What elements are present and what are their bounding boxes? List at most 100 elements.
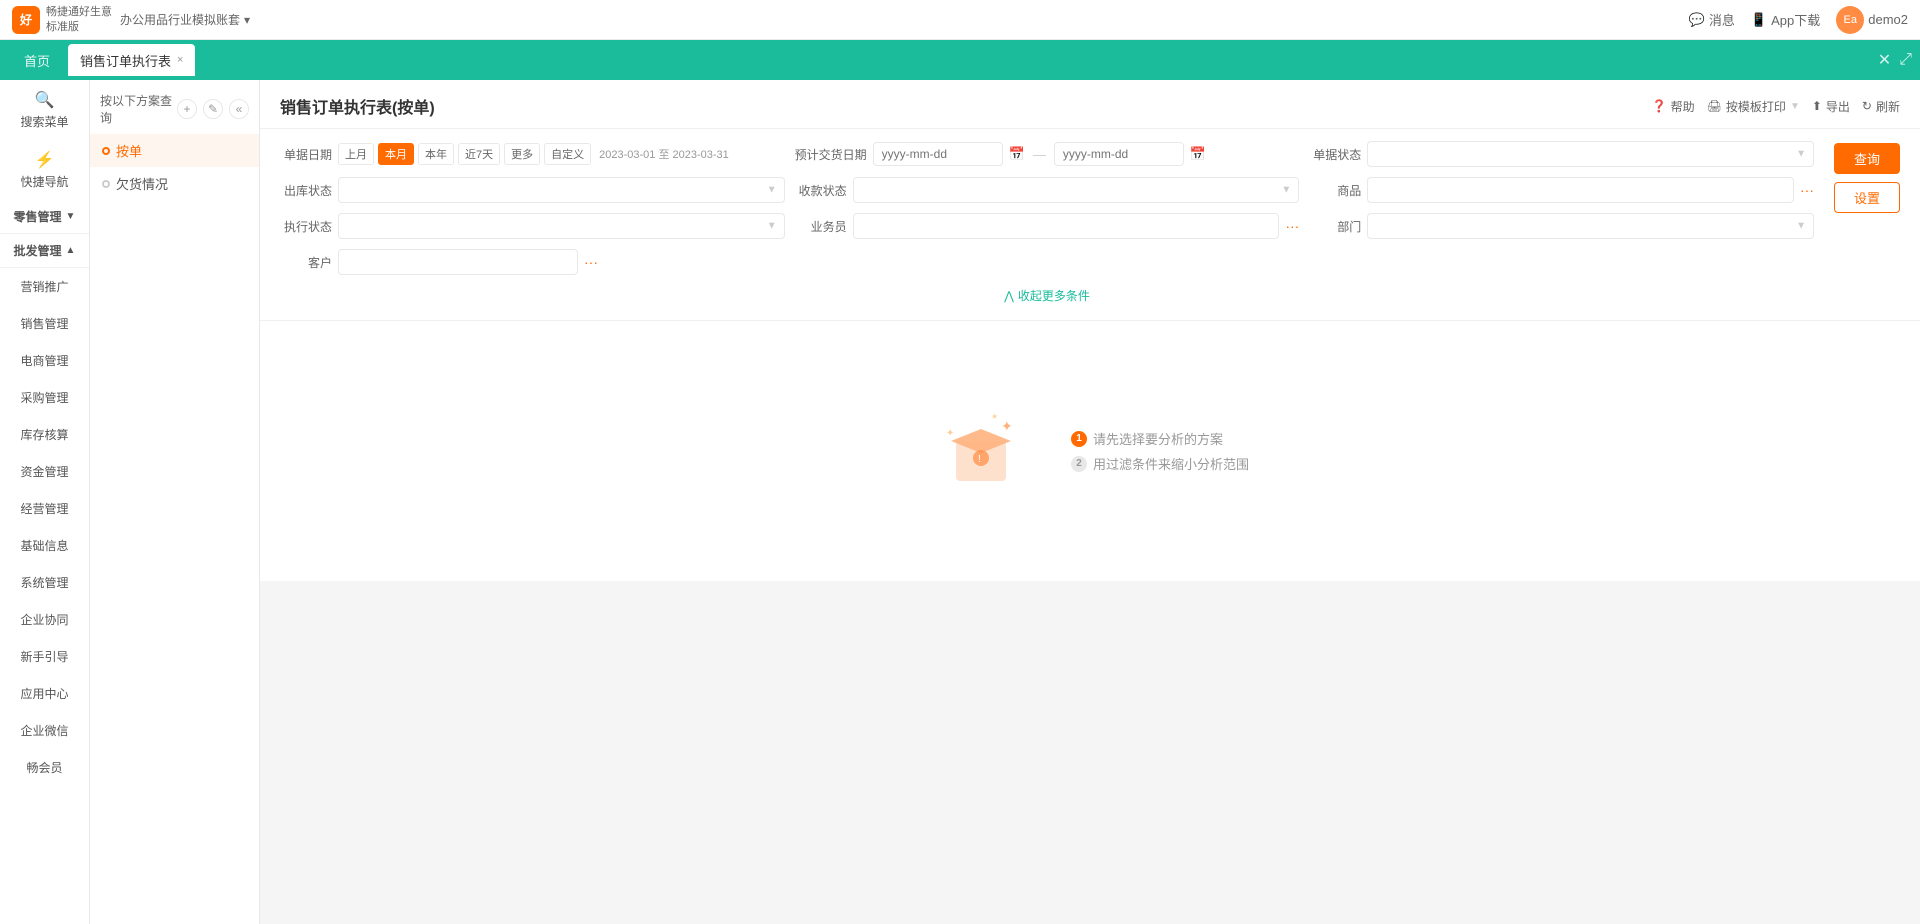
active-dot-icon <box>102 147 110 155</box>
hint-item-1: 1 请先选择要分析的方案 <box>1071 429 1249 448</box>
collapse-row: ⋀ 收起更多条件 <box>280 283 1814 308</box>
collapse-button[interactable]: ⋀ 收起更多条件 <box>280 283 1814 308</box>
sidebar-item-search[interactable]: 🔍 搜索菜单 <box>0 80 89 140</box>
sidebar-item-retail[interactable]: 零售管理 ▼ <box>0 200 89 233</box>
salesman-input[interactable] <box>853 213 1280 239</box>
print-button[interactable]: 🖨 按模板打印 ▼ <box>1707 98 1800 115</box>
customer-dots-icon[interactable]: ··· <box>584 255 598 269</box>
this-year-btn[interactable]: 本年 <box>418 143 454 165</box>
sidebar-item-inventory[interactable]: 库存核算 <box>0 416 89 453</box>
salesman-dots-icon[interactable]: ··· <box>1285 219 1299 233</box>
search-menu-icon: 🔍 <box>35 90 55 110</box>
delivery-label: 出库状态 <box>280 182 332 199</box>
action-buttons: 查询 设置 <box>1834 141 1900 213</box>
sidebar-item-system[interactable]: 系统管理 <box>0 564 89 601</box>
help-button[interactable]: ❓ 帮助 <box>1652 98 1695 115</box>
scheme-item-backorder[interactable]: 欠货情况 <box>90 167 259 200</box>
status-select-wrapper: ▼ <box>1367 141 1814 167</box>
payment-select[interactable] <box>853 177 1300 203</box>
sidebar-item-wholesale[interactable]: 批发管理 ▲ <box>0 234 89 267</box>
date-separator: — <box>1033 147 1046 162</box>
logo-text: 畅捷通好生意 标准版 <box>46 5 112 34</box>
refresh-button[interactable]: ↻ 刷新 <box>1862 98 1900 115</box>
payment-label: 收款状态 <box>795 182 847 199</box>
filter-cell-status: 单据状态 ▼ <box>1309 141 1814 167</box>
date-label: 单据日期 <box>280 146 332 163</box>
filter-cell-exec: 执行状态 ▼ <box>280 213 785 239</box>
search-button[interactable]: 查询 <box>1834 143 1900 174</box>
expected-date-label: 预计交货日期 <box>795 146 867 163</box>
product-dots-icon[interactable]: ··· <box>1800 183 1814 197</box>
filter-row-4: 客户 ··· <box>280 249 1814 275</box>
last-month-btn[interactable]: 上月 <box>338 143 374 165</box>
window-close-icon[interactable]: ✕ <box>1878 50 1891 70</box>
exec-label: 执行状态 <box>280 218 332 235</box>
inactive-dot-icon <box>102 180 110 188</box>
scheme-item-by-order[interactable]: 按单 <box>90 134 259 167</box>
expected-date-to-input[interactable] <box>1054 142 1184 166</box>
this-month-btn[interactable]: 本月 <box>378 143 414 165</box>
export-button[interactable]: ⬆ 导出 <box>1812 98 1850 115</box>
user-area[interactable]: Ea demo2 <box>1836 6 1908 34</box>
sidebar-item-newuser[interactable]: 新手引导 <box>0 638 89 675</box>
calendar-to-icon[interactable]: 📅 <box>1190 146 1206 162</box>
department-select[interactable] <box>1367 213 1814 239</box>
empty-illustration: ✦ ✦ ★ ! <box>931 401 1031 501</box>
sidebar-item-operations[interactable]: 经营管理 <box>0 490 89 527</box>
sidebar-item-finance[interactable]: 资金管理 <box>0 453 89 490</box>
tab-home[interactable]: 首页 <box>8 44 66 76</box>
svg-text:!: ! <box>978 454 981 465</box>
product-input[interactable] <box>1367 177 1794 203</box>
sidebar-item-collab[interactable]: 企业协同 <box>0 601 89 638</box>
customer-label: 客户 <box>280 254 332 271</box>
tab-close-icon[interactable]: × <box>177 54 183 66</box>
edit-scheme-button[interactable]: ✎ <box>203 99 223 119</box>
refresh-icon: ↻ <box>1862 99 1872 113</box>
tab-active[interactable]: 销售订单执行表 × <box>68 44 195 76</box>
filter-cell-product: 商品 ··· <box>1309 177 1814 203</box>
top-bar-left: 好 畅捷通好生意 标准版 办公用品行业模拟账套 ▾ <box>12 5 250 34</box>
custom-btn[interactable]: 自定义 <box>544 143 591 165</box>
sidebar-item-appcenter[interactable]: 应用中心 <box>0 675 89 712</box>
exec-select[interactable] <box>338 213 785 239</box>
delivery-select[interactable] <box>338 177 785 203</box>
page-header: 销售订单执行表(按单) ❓ 帮助 🖨 按模板打印 ▼ ⬆ 导出 ↻ 刷新 <box>260 80 1920 129</box>
message-button[interactable]: 💬 消息 <box>1689 10 1735 29</box>
app-download-button[interactable]: 📱 App下载 <box>1751 10 1820 29</box>
download-icon: 📱 <box>1751 12 1767 28</box>
sidebar-item-purchase[interactable]: 采购管理 <box>0 379 89 416</box>
collapse-panel-button[interactable]: « <box>229 99 249 119</box>
logo-icon: 好 <box>12 6 40 34</box>
logo-area[interactable]: 好 畅捷通好生意 标准版 <box>12 5 112 34</box>
sidebar-item-ecommerce[interactable]: 电商管理 <box>0 342 89 379</box>
breadcrumb-arrow[interactable]: ▾ <box>244 13 250 27</box>
sidebar-item-wechat[interactable]: 企业微信 <box>0 712 89 749</box>
print-arrow-icon: ▼ <box>1790 101 1800 112</box>
status-select[interactable] <box>1367 141 1814 167</box>
sidebar-item-sales[interactable]: 销售管理 <box>0 305 89 342</box>
left-panel-tools: + ✎ « <box>177 99 249 119</box>
left-panel-header: 按以下方案查询 + ✎ « <box>90 88 259 134</box>
sidebar-item-basicinfo[interactable]: 基础信息 <box>0 527 89 564</box>
date-range-text: 2023-03-01 至 2023-03-31 <box>599 146 729 162</box>
customer-input[interactable] <box>338 249 578 275</box>
window-expand-icon[interactable]: ⤢ <box>1899 51 1912 69</box>
settings-button[interactable]: 设置 <box>1834 182 1900 213</box>
date-quick-btns: 上月 本月 本年 近7天 更多 自定义 <box>338 143 591 165</box>
breadcrumb: 办公用品行业模拟账套 ▾ <box>120 11 250 28</box>
more-btn[interactable]: 更多 <box>504 143 540 165</box>
add-scheme-button[interactable]: + <box>177 99 197 119</box>
filter-row-3: 执行状态 ▼ 业务员 ··· <box>280 213 1814 239</box>
exec-select-wrapper: ▼ <box>338 213 785 239</box>
calendar-from-icon[interactable]: 📅 <box>1009 146 1025 162</box>
sidebar-item-quicknav[interactable]: ⚡ 快捷导航 <box>0 140 89 200</box>
last7-btn[interactable]: 近7天 <box>458 143 500 165</box>
step1-icon: 1 <box>1071 431 1087 447</box>
sidebar-item-marketing[interactable]: 营销推广 <box>0 268 89 305</box>
left-panel-title: 按以下方案查询 <box>100 92 177 126</box>
expected-date-from-input[interactable] <box>873 142 1003 166</box>
salesman-label: 业务员 <box>795 218 847 235</box>
wholesale-chevron-icon: ▲ <box>66 245 76 256</box>
top-bar-right: 💬 消息 📱 App下载 Ea demo2 <box>1689 6 1908 34</box>
sidebar-item-member[interactable]: 畅会员 <box>0 749 89 786</box>
